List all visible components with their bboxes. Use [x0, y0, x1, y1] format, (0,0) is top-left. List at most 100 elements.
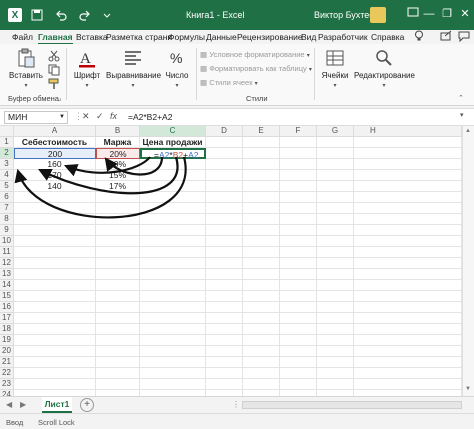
- grid-cell[interactable]: [140, 181, 206, 192]
- grid-cell[interactable]: [354, 148, 462, 159]
- grid-cell[interactable]: [14, 203, 96, 214]
- grid-cell[interactable]: [317, 203, 354, 214]
- tab-view[interactable]: Вид: [301, 32, 316, 42]
- grid-cell[interactable]: [280, 302, 317, 313]
- grid-cell[interactable]: [280, 148, 317, 159]
- grid-cell[interactable]: [317, 357, 354, 368]
- grid-cell[interactable]: [96, 324, 140, 335]
- grid-cell[interactable]: [280, 291, 317, 302]
- grid-cell[interactable]: [354, 357, 462, 368]
- conditional-formatting-button[interactable]: ▦ Условное форматирование ▾: [200, 50, 310, 59]
- column-header-b[interactable]: B: [96, 126, 140, 137]
- name-box-dropdown-icon[interactable]: ▼: [59, 112, 65, 123]
- grid-cell[interactable]: [140, 170, 206, 181]
- grid-cell[interactable]: [354, 159, 462, 170]
- grid-cell[interactable]: [206, 214, 243, 225]
- column-header-h[interactable]: H: [354, 126, 462, 137]
- grid-cell[interactable]: [14, 236, 96, 247]
- grid-cell[interactable]: [96, 236, 140, 247]
- grid-cell[interactable]: [317, 324, 354, 335]
- grid-cell[interactable]: [206, 313, 243, 324]
- grid-cell[interactable]: [243, 247, 280, 258]
- grid-cell[interactable]: [206, 335, 243, 346]
- row-header-13[interactable]: 13: [0, 269, 14, 280]
- lightbulb-icon[interactable]: [414, 30, 424, 44]
- grid-cell[interactable]: [140, 159, 206, 170]
- grid-cell[interactable]: [354, 335, 462, 346]
- grid-cell[interactable]: [317, 247, 354, 258]
- cell-c2[interactable]: =A2*B2+A2: [140, 148, 206, 160]
- grid-cell[interactable]: [243, 379, 280, 390]
- grid-cell[interactable]: [206, 181, 243, 192]
- grid-cell[interactable]: [140, 214, 206, 225]
- row-header-7[interactable]: 7: [0, 203, 14, 214]
- grid-cell[interactable]: [317, 225, 354, 236]
- row-header-12[interactable]: 12: [0, 258, 14, 269]
- grid-cell[interactable]: [140, 346, 206, 357]
- row-header-4[interactable]: 4: [0, 170, 14, 181]
- row-header-1[interactable]: 1: [0, 137, 14, 148]
- cell-b2[interactable]: 20%: [96, 148, 140, 159]
- grid-cell[interactable]: [280, 335, 317, 346]
- grid-cell[interactable]: [243, 258, 280, 269]
- insert-function-icon[interactable]: fx: [110, 111, 117, 121]
- row-header-2[interactable]: 2: [0, 148, 14, 159]
- grid-cell[interactable]: [14, 346, 96, 357]
- grid-cell[interactable]: [280, 280, 317, 291]
- grid-cell[interactable]: [206, 357, 243, 368]
- row-header-10[interactable]: 10: [0, 236, 14, 247]
- grid-cell[interactable]: [206, 148, 243, 159]
- grid-cell[interactable]: [96, 346, 140, 357]
- grid-cell[interactable]: [317, 192, 354, 203]
- quick-access-dropdown-icon[interactable]: [100, 8, 114, 22]
- vertical-scrollbar[interactable]: ▲ ▼: [462, 126, 474, 396]
- minimize-button[interactable]: —: [420, 5, 438, 23]
- grid-cell[interactable]: [317, 181, 354, 192]
- grid-cell[interactable]: [14, 247, 96, 258]
- grid-cell[interactable]: [140, 379, 206, 390]
- grid-cell[interactable]: [317, 335, 354, 346]
- grid-cell[interactable]: [354, 280, 462, 291]
- grid-cell[interactable]: [206, 236, 243, 247]
- tab-home[interactable]: Главная: [38, 32, 73, 45]
- row-header-8[interactable]: 8: [0, 214, 14, 225]
- grid-cell[interactable]: [317, 302, 354, 313]
- grid-cell[interactable]: [354, 368, 462, 379]
- grid-cell[interactable]: [14, 225, 96, 236]
- grid-cell[interactable]: [243, 357, 280, 368]
- share-icon[interactable]: [440, 30, 452, 44]
- row-header-6[interactable]: 6: [0, 192, 14, 203]
- grid-cell[interactable]: [140, 335, 206, 346]
- grid-cell[interactable]: [280, 192, 317, 203]
- cut-icon[interactable]: [48, 50, 60, 64]
- grid-cell[interactable]: [14, 258, 96, 269]
- grid-cell[interactable]: [96, 192, 140, 203]
- tab-file[interactable]: Файл: [12, 32, 33, 42]
- grid-cell[interactable]: [317, 170, 354, 181]
- grid-cell[interactable]: [243, 324, 280, 335]
- grid-cell[interactable]: [96, 203, 140, 214]
- grid-cell[interactable]: [354, 324, 462, 335]
- column-header-c[interactable]: C: [140, 126, 206, 137]
- grid-cell[interactable]: [14, 214, 96, 225]
- grid-cell[interactable]: [243, 170, 280, 181]
- grid-cell[interactable]: [243, 346, 280, 357]
- grid-cell[interactable]: [243, 159, 280, 170]
- grid-cell[interactable]: [317, 269, 354, 280]
- grid-cell[interactable]: [140, 225, 206, 236]
- grid-cell[interactable]: [96, 258, 140, 269]
- clipboard-launcher-icon[interactable]: ⌟: [58, 94, 61, 102]
- row-header-23[interactable]: 23: [0, 379, 14, 390]
- cell-a3[interactable]: 160: [14, 159, 96, 170]
- sheet-nav-prev-icon[interactable]: ◀: [6, 400, 12, 409]
- grid-cell[interactable]: [280, 357, 317, 368]
- grid-cell[interactable]: [280, 159, 317, 170]
- grid-cell[interactable]: [280, 379, 317, 390]
- copy-icon[interactable]: [48, 64, 60, 78]
- grid-cell[interactable]: [280, 137, 317, 148]
- sheet-nav-next-icon[interactable]: ▶: [20, 400, 26, 409]
- grid-cell[interactable]: [96, 214, 140, 225]
- grid-cell[interactable]: [354, 214, 462, 225]
- grid-cell[interactable]: [243, 148, 280, 159]
- column-header-d[interactable]: D: [206, 126, 243, 137]
